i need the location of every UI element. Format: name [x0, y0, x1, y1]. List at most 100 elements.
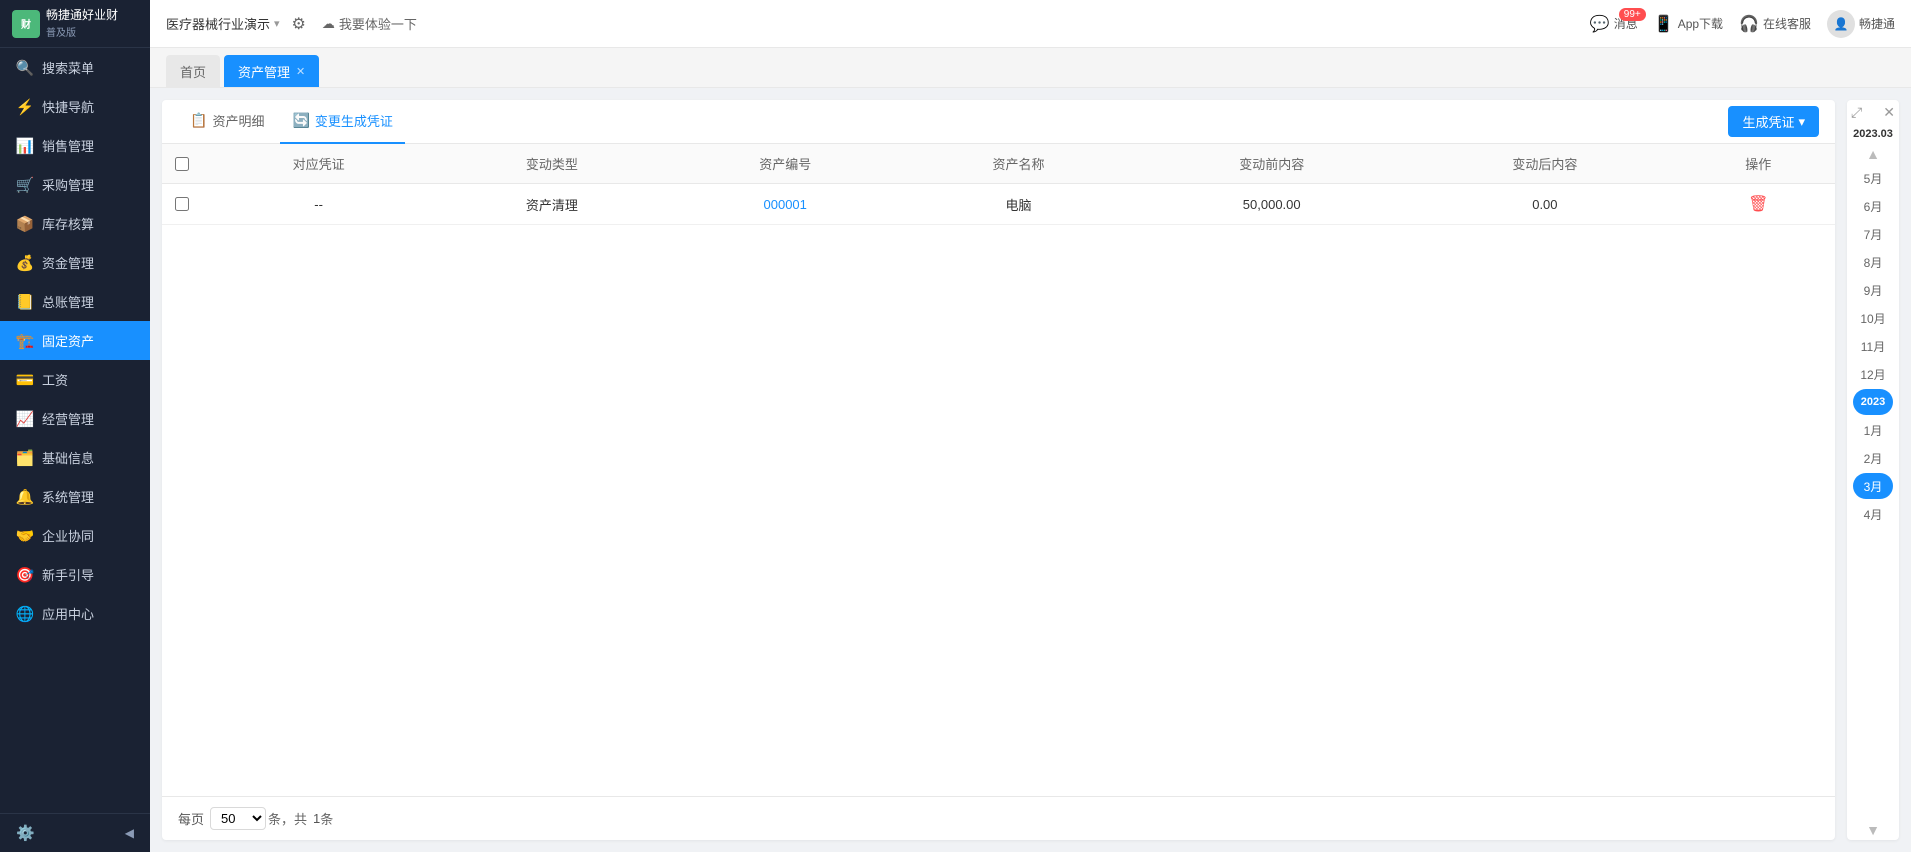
- calendar-year-label[interactable]: 2023: [1853, 389, 1893, 415]
- search-icon: 🔍: [16, 59, 34, 77]
- topbar-settings-icon[interactable]: ⚙: [292, 14, 306, 34]
- calendar-month-item[interactable]: 11月: [1853, 333, 1893, 359]
- table-wrapper: 对应凭证 变动类型 资产编号 资产名称 变动前内容 变动后内容 操作 --: [162, 144, 1835, 796]
- per-page-select[interactable]: 50 100 200: [210, 807, 266, 830]
- calendar-month-item[interactable]: 4月: [1853, 501, 1893, 527]
- sidebar-item-sales[interactable]: 📊销售管理: [0, 126, 150, 165]
- user-name: 畅捷通: [1859, 15, 1895, 32]
- inventory-icon: 📦: [16, 215, 34, 233]
- page-content: 📋 资产明细 🔄 变更生成凭证 生成凭证 ▾: [150, 88, 1911, 852]
- pagination: 每页 50 100 200 条，共 1 条: [162, 796, 1835, 840]
- user-menu-button[interactable]: 👤 畅捷通: [1827, 10, 1895, 38]
- base-info-icon: 🗂️: [16, 449, 34, 467]
- sidebar-label-quick-nav: 快捷导航: [42, 97, 94, 116]
- sidebar-item-system[interactable]: 🔔系统管理: [0, 477, 150, 516]
- customer-service-button[interactable]: 🎧 在线客服: [1739, 14, 1811, 34]
- sidebar-item-newbie[interactable]: 🎯 新手引导: [0, 555, 150, 594]
- sidebar-item-purchase[interactable]: 🛒采购管理: [0, 165, 150, 204]
- sidebar-label-funds: 资金管理: [42, 253, 94, 272]
- app-logo-text: 畅捷通好业财 普及版: [46, 8, 118, 39]
- sidebar-item-search[interactable]: 🔍搜索菜单: [0, 48, 150, 87]
- tab-close-icon[interactable]: ✕: [296, 65, 305, 78]
- calendar-month-item[interactable]: 1月: [1853, 417, 1893, 443]
- calendar-year-month: 2023.03: [1853, 128, 1893, 140]
- col-after-change: 变动后内容: [1408, 144, 1681, 184]
- sidebar-item-quick-nav[interactable]: ⚡快捷导航: [0, 87, 150, 126]
- sidebar-nav: 🔍搜索菜单⚡快捷导航📊销售管理🛒采购管理 📦 库存核算 💰 资金管理 📒总账管理 🏗️ 固定资…: [0, 48, 150, 813]
- tabbar: 首页 资产管理 ✕: [150, 48, 1911, 88]
- data-table: 对应凭证 变动类型 资产编号 资产名称 变动前内容 变动后内容 操作 --: [162, 144, 1835, 225]
- calendar-month-item[interactable]: 7月: [1853, 221, 1893, 247]
- list-icon: 📋: [190, 112, 207, 129]
- table-row: -- 资产清理 000001 电脑 50,000.00 0.00 🗑: [162, 184, 1835, 225]
- system-icon: 🔔: [16, 488, 34, 506]
- company-selector[interactable]: 医疗器械行业演示 ▾: [166, 14, 280, 33]
- cell-change-type: 资产清理: [435, 184, 668, 225]
- sidebar-logo: 财 畅捷通好业财 普及版: [0, 0, 150, 48]
- enterprise-icon: 🤝: [16, 527, 34, 545]
- cell-asset-code: 000001: [669, 184, 902, 225]
- sidebar-item-app-center[interactable]: 🌐应用中心: [0, 594, 150, 633]
- sidebar-item-funds[interactable]: 💰 资金管理: [0, 243, 150, 282]
- calendar-month-item[interactable]: 12月: [1853, 361, 1893, 387]
- experience-button[interactable]: ☁ 我要体验一下: [322, 14, 417, 33]
- app-name: 畅捷通好业财: [46, 8, 118, 24]
- messages-button[interactable]: 💬 消息 99+: [1590, 14, 1638, 34]
- settings-icon[interactable]: ⚙️: [16, 824, 35, 842]
- generate-voucher-button[interactable]: 生成凭证 ▾: [1728, 106, 1819, 137]
- row-checkbox-0[interactable]: [175, 197, 189, 211]
- table-header: 对应凭证 变动类型 资产编号 资产名称 变动前内容 变动后内容 操作: [162, 144, 1835, 184]
- sidebar-item-fixed-assets[interactable]: 🏗️ 固定资产: [0, 321, 150, 360]
- app-download-button[interactable]: 📱 App下载: [1654, 14, 1723, 34]
- funds-icon: 💰: [16, 254, 34, 272]
- col-action: 操作: [1681, 144, 1835, 184]
- sidebar-item-base-info[interactable]: 🗂️基础信息: [0, 438, 150, 477]
- sub-tabs: 📋 资产明细 🔄 变更生成凭证 生成凭证 ▾: [162, 100, 1835, 144]
- sidebar-label-inventory: 库存核算: [42, 214, 94, 233]
- sidebar-label-ledger: 总账管理: [42, 292, 94, 311]
- main-content: 医疗器械行业演示 ▾ ⚙ ☁ 我要体验一下 💬 消息 99+ 📱 App下载 🎧…: [150, 0, 1911, 852]
- sidebar-label-newbie: 新手引导: [42, 565, 94, 584]
- operations-icon: 📈: [16, 410, 34, 428]
- panel-close-icon[interactable]: ✕: [1883, 104, 1895, 121]
- total-count: 1: [313, 811, 320, 826]
- calendar-month-item[interactable]: 8月: [1853, 249, 1893, 275]
- sidebar-label-purchase: 采购管理: [42, 175, 94, 194]
- calendar-month-item[interactable]: 10月: [1853, 305, 1893, 331]
- tab-home[interactable]: 首页: [166, 55, 220, 87]
- delete-row-button[interactable]: 🗑: [1748, 196, 1768, 213]
- generate-btn-label: 生成凭证: [1742, 112, 1794, 131]
- calendar-up-button[interactable]: ▲: [1853, 144, 1893, 164]
- sidebar-item-inventory[interactable]: 📦 库存核算: [0, 204, 150, 243]
- calendar-month-item[interactable]: 9月: [1853, 277, 1893, 303]
- tab-asset-management[interactable]: 资产管理 ✕: [224, 55, 319, 87]
- panel-expand-icon[interactable]: ⤢: [1851, 104, 1862, 121]
- calendar-month-item[interactable]: 3月: [1853, 473, 1893, 499]
- sub-tab-asset-detail[interactable]: 📋 资产明细: [178, 100, 276, 144]
- sidebar-item-payroll[interactable]: 💳工资: [0, 360, 150, 399]
- col-before-change: 变动前内容: [1135, 144, 1408, 184]
- calendar-month-item[interactable]: 5月: [1853, 165, 1893, 191]
- sub-tab-change-voucher[interactable]: 🔄 变更生成凭证: [280, 100, 404, 144]
- sidebar-label-operations: 经营管理: [42, 409, 94, 428]
- newbie-icon: 🎯: [16, 566, 34, 584]
- sidebar: 财 畅捷通好业财 普及版 🔍搜索菜单⚡快捷导航📊销售管理🛒采购管理 📦 库存核算 💰 资…: [0, 0, 150, 852]
- topbar: 医疗器械行业演示 ▾ ⚙ ☁ 我要体验一下 💬 消息 99+ 📱 App下载 🎧…: [150, 0, 1911, 48]
- sidebar-item-operations[interactable]: 📈 经营管理: [0, 399, 150, 438]
- select-all-checkbox[interactable]: [175, 157, 189, 171]
- col-asset-code: 资产编号: [669, 144, 902, 184]
- sidebar-collapse-button[interactable]: ◀: [125, 826, 134, 840]
- calendar-month-item[interactable]: 2月: [1853, 445, 1893, 471]
- company-dropdown-icon: ▾: [274, 17, 280, 30]
- fixed-assets-icon: 🏗️: [16, 332, 34, 350]
- sidebar-item-ledger[interactable]: 📒总账管理: [0, 282, 150, 321]
- cell-voucher: --: [202, 184, 435, 225]
- app-center-icon: 🌐: [16, 605, 34, 623]
- total-unit: 条: [320, 809, 333, 828]
- sidebar-item-enterprise[interactable]: 🤝企业协同: [0, 516, 150, 555]
- calendar-down-button[interactable]: ▼: [1853, 820, 1893, 840]
- calendar-months: 5月6月7月8月9月10月11月12月20231月2月3月4月: [1847, 164, 1899, 820]
- sidebar-bottom: ⚙️ ◀: [0, 813, 150, 852]
- calendar-month-item[interactable]: 6月: [1853, 193, 1893, 219]
- sidebar-label-fixed-assets: 固定资产: [42, 331, 94, 350]
